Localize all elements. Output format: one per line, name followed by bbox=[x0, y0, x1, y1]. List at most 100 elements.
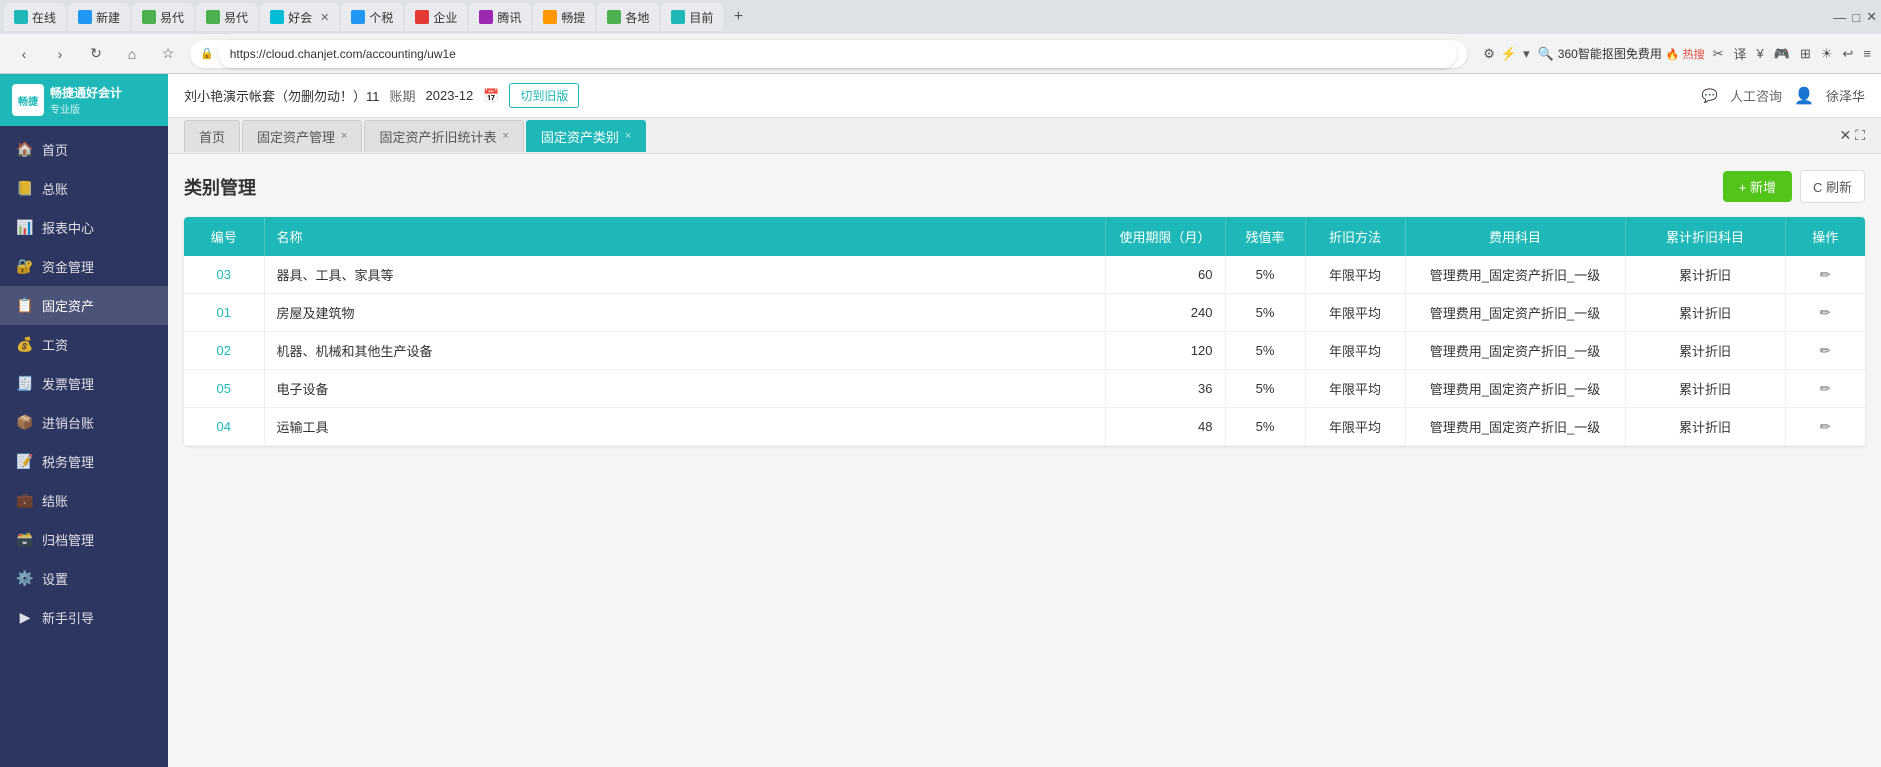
favicon-icon bbox=[415, 10, 429, 24]
sidebar-item-reports[interactable]: 📊 报表中心 bbox=[0, 208, 168, 247]
browser-tab-t2[interactable]: 新建 bbox=[68, 3, 130, 31]
cell-action: ✏ bbox=[1785, 256, 1865, 294]
menu-icon[interactable]: ≡ bbox=[1863, 46, 1871, 61]
minimize-icon[interactable]: — bbox=[1833, 10, 1846, 25]
support-label[interactable]: 人工咨询 bbox=[1730, 86, 1782, 105]
sidebar-item-settings[interactable]: ⚙️ 设置 bbox=[0, 559, 168, 598]
cell-months: 240 bbox=[1105, 294, 1225, 332]
sidebar-item-label: 发票管理 bbox=[42, 374, 94, 393]
tab-label: 企业 bbox=[433, 9, 457, 26]
user-name[interactable]: 徐泽华 bbox=[1826, 86, 1865, 105]
browser-tab-t1[interactable]: 在线 bbox=[4, 3, 66, 31]
maximize-icon[interactable]: □ bbox=[1852, 10, 1860, 25]
page-tab-home[interactable]: 首页 bbox=[184, 120, 240, 152]
code-link[interactable]: 02 bbox=[217, 343, 231, 358]
browser-tab-t5[interactable]: 好会 ✕ bbox=[260, 3, 339, 31]
cell-rate: 5% bbox=[1225, 408, 1305, 446]
edit-button[interactable]: ✏ bbox=[1820, 381, 1831, 396]
tab-label: 固定资产管理 bbox=[257, 127, 335, 146]
browser-tab-t7[interactable]: 企业 bbox=[405, 3, 467, 31]
refresh-button[interactable]: C 刷新 bbox=[1800, 170, 1865, 203]
sidebar-item-funds[interactable]: 🔐 资金管理 bbox=[0, 247, 168, 286]
sidebar-item-inventory[interactable]: 📦 进销台账 bbox=[0, 403, 168, 442]
tab-close-icon[interactable]: × bbox=[502, 130, 508, 142]
cell-name: 房屋及建筑物 bbox=[264, 294, 1105, 332]
code-link[interactable]: 03 bbox=[217, 267, 231, 282]
wallet-icon[interactable]: ¥ bbox=[1757, 46, 1764, 61]
invoice-icon: 🧾 bbox=[16, 375, 34, 393]
sidebar-item-salary[interactable]: 💰 工资 bbox=[0, 325, 168, 364]
page-tabs: 首页 固定资产管理 × 固定资产折旧统计表 × 固定资产类别 × ✕ ⛶ bbox=[168, 118, 1881, 154]
calendar-icon[interactable]: 📅 bbox=[483, 88, 499, 104]
close-window-icon[interactable]: ✕ bbox=[1866, 9, 1877, 25]
browser-tab-t3[interactable]: 易代 bbox=[132, 3, 194, 31]
switch-version-button[interactable]: 切到旧版 bbox=[509, 83, 579, 108]
lightning-icon: ⚡ bbox=[1501, 46, 1517, 62]
app-layout: 畅捷 畅捷通好会计 专业版 🏠 首页 📒 总账 📊 报表中心 🔐 资金管 bbox=[0, 74, 1881, 767]
cell-rate: 5% bbox=[1225, 370, 1305, 408]
home-icon: 🏠 bbox=[16, 141, 34, 159]
new-tab-button[interactable]: + bbox=[725, 4, 751, 30]
sidebar-item-tax[interactable]: 📝 税务管理 bbox=[0, 442, 168, 481]
forward-button[interactable]: › bbox=[46, 40, 74, 68]
header-left: 刘小艳演示帐套（勿删勿动！）11 账期 2023-12 📅 切到旧版 bbox=[184, 83, 579, 108]
sidebar-item-ledger[interactable]: 📒 总账 bbox=[0, 169, 168, 208]
edit-button[interactable]: ✏ bbox=[1820, 305, 1831, 320]
browser-tab-t6[interactable]: 个税 bbox=[341, 3, 403, 31]
sidebar-item-guide[interactable]: ▶ 新手引导 bbox=[0, 598, 168, 637]
grid-icon[interactable]: ⊞ bbox=[1800, 46, 1811, 62]
sidebar-item-label: 进销台账 bbox=[42, 413, 94, 432]
edit-button[interactable]: ✏ bbox=[1820, 343, 1831, 358]
browser-tab-t11[interactable]: 目前 bbox=[661, 3, 723, 31]
scissors-icon[interactable]: ✂ bbox=[1713, 46, 1724, 62]
tab-label: 新建 bbox=[96, 9, 120, 26]
sidebar: 畅捷 畅捷通好会计 专业版 🏠 首页 📒 总账 📊 报表中心 🔐 资金管 bbox=[0, 74, 168, 767]
sidebar-item-home[interactable]: 🏠 首页 bbox=[0, 130, 168, 169]
code-link[interactable]: 04 bbox=[217, 419, 231, 434]
cell-action: ✏ bbox=[1785, 408, 1865, 446]
page-tab-category[interactable]: 固定资产类别 × bbox=[526, 120, 646, 152]
browser-tab-t8[interactable]: 腾讯 bbox=[469, 3, 531, 31]
tab-close-btn[interactable]: ✕ bbox=[320, 11, 329, 24]
dropdown-icon[interactable]: ▾ bbox=[1523, 46, 1530, 62]
translate-icon[interactable]: 译 bbox=[1734, 44, 1747, 63]
code-link[interactable]: 01 bbox=[217, 305, 231, 320]
browser-tab-t9[interactable]: 畅提 bbox=[533, 3, 595, 31]
refresh-button[interactable]: ↻ bbox=[82, 40, 110, 68]
browser-tab-t10[interactable]: 各地 bbox=[597, 3, 659, 31]
sidebar-item-invoice[interactable]: 🧾 发票管理 bbox=[0, 364, 168, 403]
sidebar-item-fixed-assets[interactable]: 📋 固定资产 bbox=[0, 286, 168, 325]
browser-tab-t4[interactable]: 易代 bbox=[196, 3, 258, 31]
logo-sub-text: 专业版 bbox=[50, 101, 122, 116]
edit-button[interactable]: ✏ bbox=[1820, 267, 1831, 282]
home-button[interactable]: ⌂ bbox=[118, 40, 146, 68]
code-link[interactable]: 05 bbox=[217, 381, 231, 396]
address-input[interactable] bbox=[218, 40, 1458, 68]
bookmark-button[interactable]: ☆ bbox=[154, 40, 182, 68]
table-row: 02 机器、机械和其他生产设备 120 5% 年限平均 管理费用_固定资产折旧_… bbox=[184, 332, 1865, 370]
sidebar-item-label: 归档管理 bbox=[42, 530, 94, 549]
back-button[interactable]: ‹ bbox=[10, 40, 38, 68]
close-tab-icon[interactable]: ✕ bbox=[1839, 127, 1851, 144]
cell-months: 36 bbox=[1105, 370, 1225, 408]
page-tab-fixed-mgmt[interactable]: 固定资产管理 × bbox=[242, 120, 362, 152]
browser-action-area: ✂ 译 ¥ 🎮 ⊞ ☀ ↩ ≡ bbox=[1713, 44, 1871, 63]
cell-method: 年限平均 bbox=[1305, 408, 1405, 446]
sidebar-item-close[interactable]: 💼 结账 bbox=[0, 481, 168, 520]
address-bar-row: ‹ › ↻ ⌂ ☆ 🔒 ⚙ ⚡ ▾ 🔍 360智能抠图免费用 🔥 热搜 ✂ 译 … bbox=[0, 34, 1881, 74]
sidebar-item-archive[interactable]: 🗃️ 归档管理 bbox=[0, 520, 168, 559]
tab-close-icon[interactable]: × bbox=[625, 130, 631, 142]
ledger-icon: 📒 bbox=[16, 180, 34, 198]
add-button[interactable]: + 新增 bbox=[1723, 171, 1792, 202]
tab-close-icon[interactable]: × bbox=[341, 130, 347, 142]
undo-icon[interactable]: ↩ bbox=[1843, 46, 1854, 62]
edit-button[interactable]: ✏ bbox=[1820, 419, 1831, 434]
sun-icon[interactable]: ☀ bbox=[1821, 46, 1833, 62]
games-icon[interactable]: 🎮 bbox=[1774, 46, 1790, 62]
logo-text-area: 畅捷通好会计 专业版 bbox=[50, 84, 122, 116]
page-tab-depreciation[interactable]: 固定资产折旧统计表 × bbox=[364, 120, 523, 152]
sidebar-item-label: 新手引导 bbox=[42, 608, 94, 627]
cell-rate: 5% bbox=[1225, 294, 1305, 332]
tab-label: 目前 bbox=[689, 9, 713, 26]
expand-tab-icon[interactable]: ⛶ bbox=[1855, 127, 1865, 144]
